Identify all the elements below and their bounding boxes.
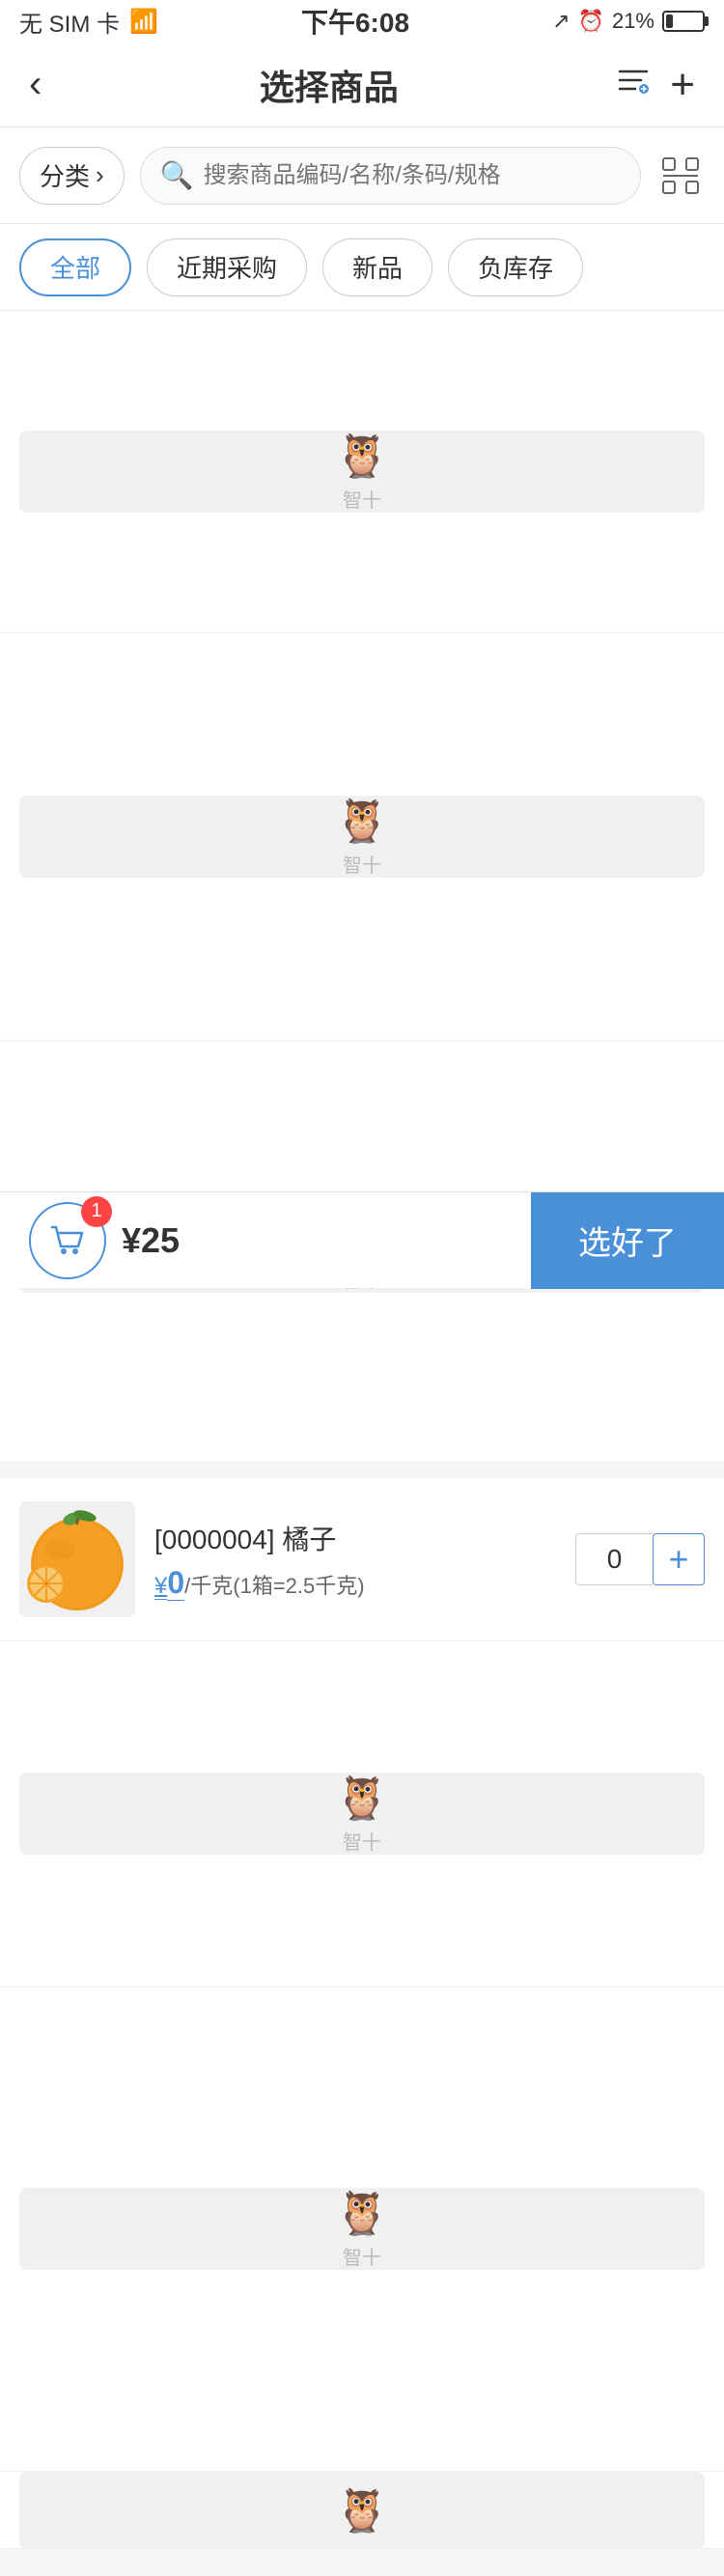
battery-percent: 21% [612,9,654,34]
list-item: 🦉 智十 [0000005] 芒果 ¥0/个(1箱=6个) + [0,1641,724,1987]
wifi-icon: 📶 [129,8,158,36]
list-item: 🦉 智十 [0000001] 苹果 最新 ¥5/千克 − + [0,311,724,633]
list-item: 🦉 智十 [0000002] 面包 最新 ¥2/包(1袋=5包) + [0,633,724,1041]
separator [0,1463,724,1478]
back-button[interactable]: ‹ [29,63,42,106]
owl-icon: 🦉 [336,796,389,846]
product-image: 🦉 [19,2472,705,2549]
status-left: 无 SIM 卡 📶 [19,5,158,39]
status-time: 下午6:08 [301,2,409,41]
product-image: 🦉 智十 [19,431,705,513]
cart-section: 1 ¥25 [0,1202,531,1279]
page-title: 选择商品 [260,60,399,110]
nav-right: + [616,61,695,109]
price-amount: 0 [167,1565,184,1601]
filter-tabs: 全部 近期采购 新品 负库存 [0,224,724,311]
list-item: 🦉 [000100001] 包装 [0,2472,724,2549]
search-input-wrap: 🔍 [140,147,641,205]
product-image: 🦉 智十 [19,2188,705,2270]
chevron-right-icon: › [96,160,104,190]
tab-all[interactable]: 全部 [19,238,131,296]
price-currency: ¥ [154,1573,167,1600]
carrier-label: 无 SIM 卡 [19,5,120,39]
nav-bar: ‹ 选择商品 + [0,42,724,127]
qty-control: + [575,1533,705,1585]
cart-icon[interactable]: 1 [29,1202,106,1279]
owl-text: 智十 [343,1827,381,1855]
status-bar: 无 SIM 卡 📶 下午6:08 ↗ ⏰ 21% [0,0,724,42]
cart-total: ¥25 [122,1220,180,1261]
category-label: 分类 [40,157,90,193]
product-image: 🦉 智十 [19,796,705,878]
product-list: 🦉 智十 [0000001] 苹果 最新 ¥5/千克 − + 🦉 智十 [000… [0,311,724,2549]
qty-plus-button[interactable]: + [653,1533,705,1585]
owl-icon: 🦉 [336,1773,389,1823]
search-icon: 🔍 [160,159,194,191]
list-item: [0000004] 橘子 ¥0/千克(1箱=2.5千克) + [0,1478,724,1641]
search-bar: 分类 › 🔍 [0,127,724,224]
nav-left: ‹ [29,63,42,106]
tab-recent[interactable]: 近期采购 [147,238,307,296]
scan-icon[interactable] [656,152,705,200]
battery-icon [662,11,705,32]
owl-icon: 🦉 [336,2188,389,2238]
location-icon: ↗ [552,9,570,34]
add-button[interactable]: + [670,61,695,109]
category-button[interactable]: 分类 › [19,147,125,205]
status-right: ↗ ⏰ 21% [552,9,705,34]
product-name: [0000004] 橘子 [154,1519,556,1557]
owl-text: 智十 [343,485,381,513]
cart-badge: 1 [81,1196,112,1227]
product-info: [0000004] 橘子 ¥0/千克(1箱=2.5千克) [154,1519,556,1601]
product-image: 🦉 智十 [19,1773,705,1855]
tab-new[interactable]: 新品 [322,238,432,296]
owl-icon: 🦉 [336,2485,389,2535]
qty-input[interactable] [575,1533,653,1585]
list-item: 🦉 智十 [0000006] 手撕面包 ¥0/千克(1包=10千克) 录批次 [0,1987,724,2472]
search-input[interactable] [204,162,621,189]
filter-icon[interactable] [616,63,651,106]
product-image [19,1501,135,1617]
owl-text: 智十 [343,850,381,878]
owl-text: 智十 [343,2242,381,2270]
owl-icon: 🦉 [336,431,389,481]
bottom-bar: 1 ¥25 选好了 [0,1191,724,1288]
tab-negative-stock[interactable]: 负库存 [448,238,583,296]
product-price: ¥0/千克(1箱=2.5千克) [154,1565,556,1601]
confirm-button[interactable]: 选好了 [531,1192,724,1289]
alarm-icon: ⏰ [578,9,604,34]
price-unit: /千克(1箱=2.5千克) [184,1574,364,1598]
